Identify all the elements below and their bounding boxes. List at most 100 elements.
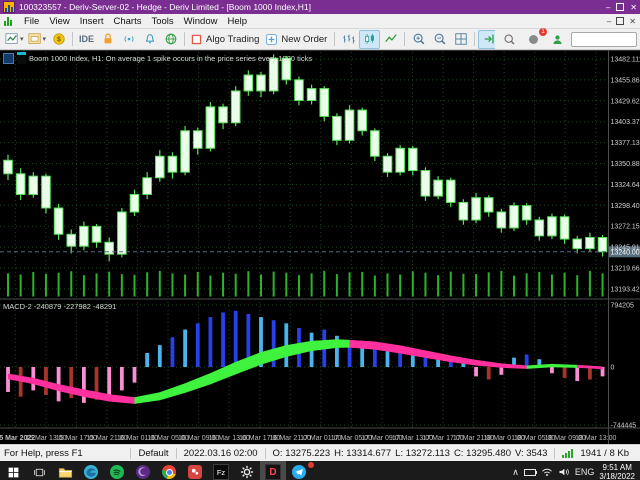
window-title: 100323557 - Deriv-Server-02 - Hedge - De… [19, 2, 311, 12]
search-button[interactable] [499, 30, 520, 49]
auto-scroll-button[interactable] [478, 29, 495, 49]
zoom-in-button[interactable] [408, 30, 429, 49]
signals-button[interactable] [118, 30, 139, 49]
svg-text:-744445: -744445 [611, 423, 637, 430]
svg-text:13377.133: 13377.133 [611, 140, 640, 147]
menu-tools[interactable]: Tools [151, 16, 173, 27]
tile-windows-icon [455, 33, 467, 45]
deposit-button[interactable]: $ [48, 30, 69, 49]
svg-text:13245.911: 13245.911 [611, 245, 640, 252]
metaeditor-button[interactable]: IDE [76, 30, 97, 49]
lock-icon [104, 33, 112, 44]
menu-file[interactable]: File [24, 16, 39, 27]
svg-text:0: 0 [611, 365, 615, 372]
menu-help[interactable]: Help [227, 16, 247, 27]
svg-text:794205: 794205 [611, 303, 634, 310]
svg-text:13403.378: 13403.378 [611, 119, 640, 126]
toolbar-search-input[interactable] [571, 31, 637, 47]
child-minimize-button[interactable]: – [607, 17, 611, 26]
fz-app-button[interactable]: Fz [208, 461, 234, 480]
bar-chart-type-button[interactable] [338, 30, 359, 49]
zoom-out-button[interactable] [429, 30, 450, 49]
fz-app-icon: Fz [213, 464, 229, 480]
chart-comment: Boom 1000 Index, H1: On average 1 spike … [3, 52, 312, 64]
start-button[interactable] [0, 461, 26, 480]
settings-button[interactable] [234, 461, 260, 480]
mt5-deriv-icon: D [265, 464, 281, 480]
telegram-button[interactable] [286, 461, 314, 480]
line-chart-type-button[interactable] [380, 30, 401, 49]
volume-icon[interactable] [558, 467, 570, 477]
chart-canvas[interactable]: 13240.00813482.11113455.86713429.6221340… [0, 50, 640, 444]
svg-text:$: $ [57, 37, 61, 44]
new-order-icon [266, 33, 278, 45]
notification-badge: 1 [539, 27, 547, 36]
chart-window-menu-icon[interactable] [4, 16, 12, 26]
menu-insert[interactable]: Insert [80, 16, 104, 27]
lock-button[interactable] [97, 30, 118, 49]
child-restore-button[interactable] [616, 17, 625, 25]
svg-text:13219.666: 13219.666 [611, 266, 640, 273]
menu-view[interactable]: View [49, 16, 69, 27]
spotify-button[interactable] [104, 461, 130, 480]
minimize-button[interactable]: – [606, 3, 610, 12]
zoom-out-icon [434, 33, 446, 45]
algo-trading-button[interactable]: Algo Trading [188, 30, 263, 49]
community-button[interactable] [160, 30, 181, 49]
telegram-notification-badge [308, 462, 314, 468]
notification-bell-icon [529, 34, 538, 44]
new-chart-icon [5, 33, 18, 44]
child-close-button[interactable]: ✕ [629, 17, 636, 26]
chart-window[interactable]: 13240.00813482.11113455.86713429.6221340… [0, 50, 640, 444]
windows-logo-icon [8, 467, 18, 477]
svg-text:18 Mar 13:00: 18 Mar 13:00 [575, 435, 616, 442]
status-close: C: 13295.480 [453, 447, 511, 459]
tile-windows-button[interactable] [450, 30, 471, 49]
chrome-icon [162, 465, 176, 479]
svg-text:13482.111: 13482.111 [611, 57, 640, 64]
svg-text:13429.622: 13429.622 [611, 98, 640, 105]
bar-chart-icon [343, 34, 355, 44]
system-tray: ∧ ENG 9:51 AM 3/18/2022 [512, 463, 640, 480]
menu-window[interactable]: Window [184, 16, 218, 27]
chart-window-icon [3, 52, 14, 64]
time-axis-labels: 15 Mar 202215 Mar 13:0015 Mar 17:0015 Ma… [0, 435, 616, 442]
status-profile[interactable]: Default [130, 447, 175, 459]
zoom-in-icon [413, 33, 425, 45]
menu-charts[interactable]: Charts [114, 16, 142, 27]
telegram-icon [292, 465, 306, 479]
battery-icon[interactable] [523, 468, 537, 476]
macd-histogram [6, 310, 605, 403]
chart-profiles-button[interactable]: ▾ [26, 30, 49, 49]
taskbar: Fz D ∧ ENG 9:51 AM 3/18/2022 [0, 461, 640, 480]
wifi-icon[interactable] [541, 467, 553, 477]
svg-text:13324.644: 13324.644 [611, 182, 640, 189]
alerts-button[interactable] [139, 30, 160, 49]
new-order-button[interactable]: New Order [263, 30, 331, 49]
chrome-button[interactable] [156, 461, 182, 480]
price-axis-labels: 13482.111 13455.867 13429.622 13403.378 1337… [611, 57, 640, 294]
status-ohlcv: O: 13275.223 H: 13314.677 L: 13272.113 C… [264, 447, 555, 459]
tray-clock[interactable]: 9:51 AM 3/18/2022 [599, 463, 635, 480]
purple-app-button[interactable] [130, 461, 156, 480]
maximize-button[interactable] [616, 3, 625, 11]
tray-language[interactable]: ENG [575, 467, 595, 477]
mql5-account-button[interactable] [547, 30, 568, 49]
bell-icon [145, 34, 154, 44]
svg-text:13350.889: 13350.889 [611, 161, 640, 168]
edge-button[interactable] [78, 461, 104, 480]
candle-chart-type-button[interactable] [359, 29, 381, 49]
notifications-button[interactable]: 1 [523, 27, 547, 49]
status-traffic: 1941 / 8 Kb [580, 447, 629, 459]
red-app-icon [188, 465, 202, 479]
file-explorer-button[interactable] [52, 461, 78, 480]
task-view-button[interactable] [26, 461, 52, 480]
tray-date: 3/18/2022 [599, 472, 635, 480]
tray-chevron-icon[interactable]: ∧ [512, 467, 519, 478]
new-chart-button[interactable]: ▾ [3, 30, 26, 49]
mt5-deriv-button[interactable]: D [260, 461, 286, 480]
macd-indicator-label: MACD-2 -240879 -227982 -48291 [3, 302, 117, 311]
profiles-icon [27, 33, 41, 44]
close-button[interactable]: ✕ [630, 3, 637, 12]
red-app-button[interactable] [182, 461, 208, 480]
